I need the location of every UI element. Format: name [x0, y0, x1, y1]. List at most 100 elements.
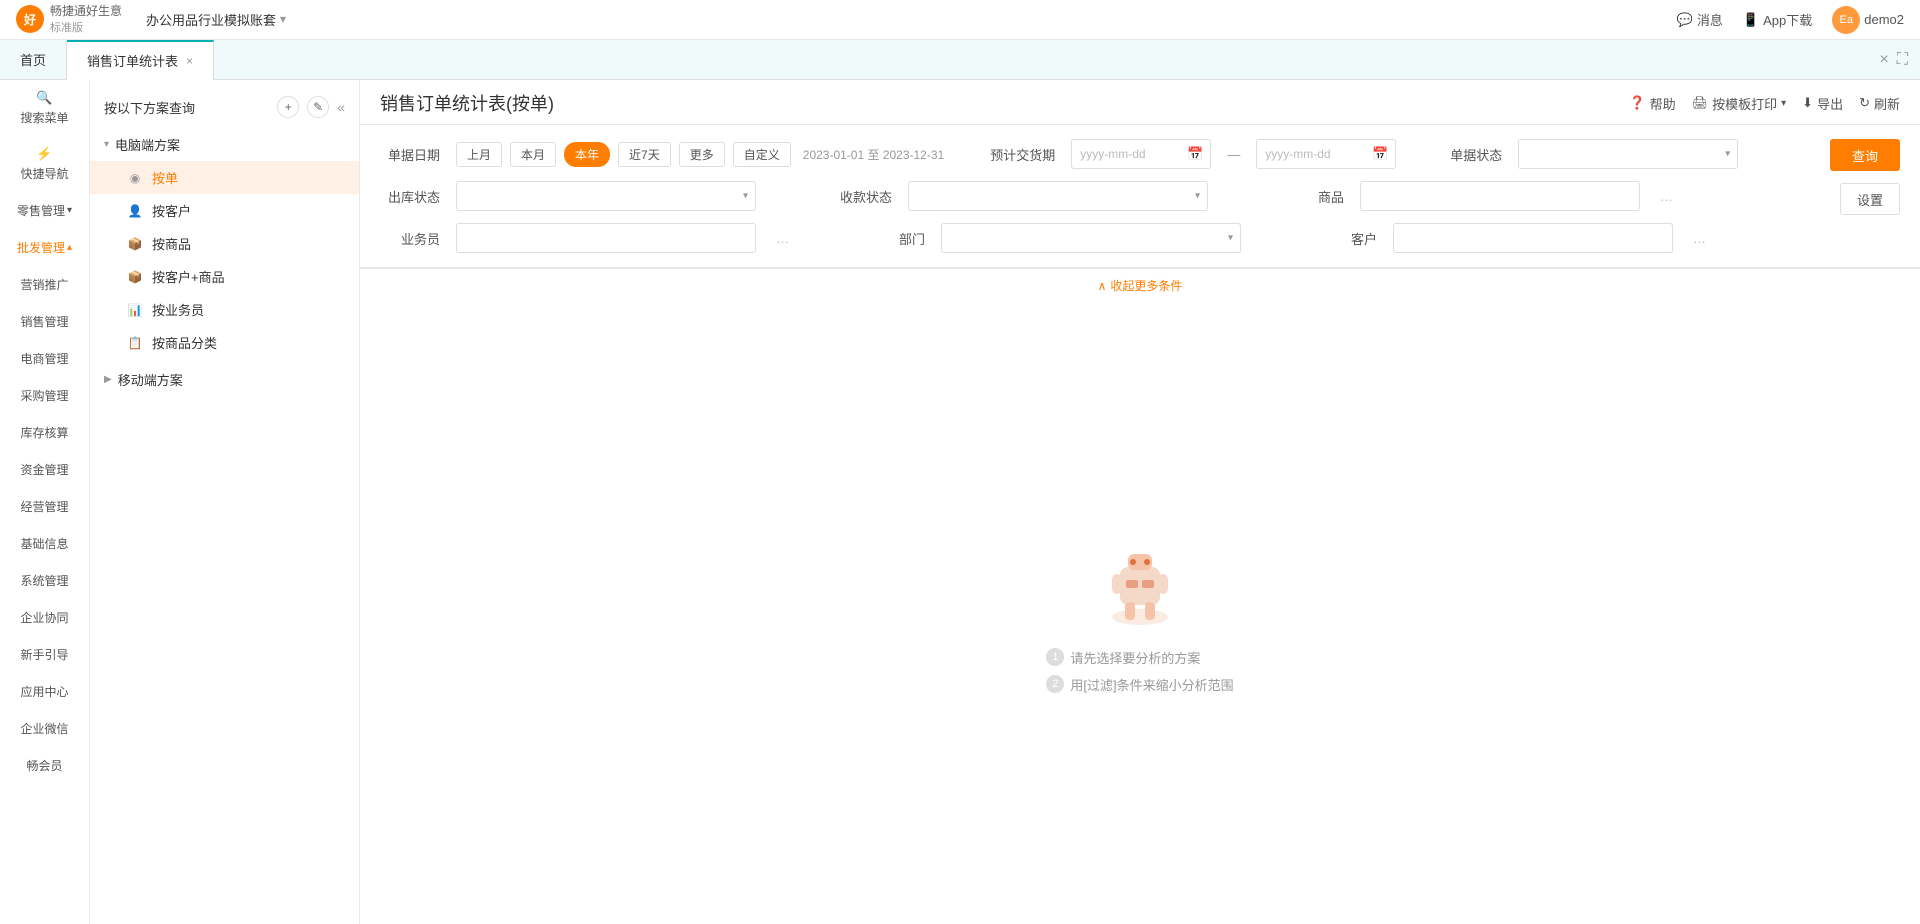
download-label: App下载	[1763, 10, 1812, 29]
date-btn-group: 上月 本月 本年 近7天 更多 自定义 2023-01-01 至 2023-12…	[456, 142, 944, 167]
message-label: 消息	[1697, 10, 1723, 29]
date-btn-this-year[interactable]: 本年	[564, 142, 610, 167]
date-btn-more[interactable]: 更多	[679, 142, 725, 167]
date-btn-custom[interactable]: 自定义	[733, 142, 791, 167]
message-button[interactable]: 💬 消息	[1677, 10, 1723, 29]
filter-main-row: 单据日期 上月 本月 本年 近7天 更多 自定义 2023-01-01 至 20…	[380, 139, 1900, 253]
date-label: 单据日期	[380, 145, 440, 164]
goods-more-btn[interactable]: …	[1660, 189, 1673, 204]
sidebar-item-corp-wechat[interactable]: 企业微信	[0, 710, 89, 747]
customer-label: 客户	[1317, 229, 1377, 248]
collapse-panel-button[interactable]: «	[337, 99, 345, 115]
sidebar-item-ecommerce[interactable]: 电商管理	[0, 340, 89, 377]
sidebar-item-finance[interactable]: 资金管理	[0, 451, 89, 488]
add-icon: +	[285, 100, 292, 114]
tree-mobile-label: 移动端方案	[118, 370, 183, 389]
tree-item-by-customer-goods[interactable]: 📦 按客户+商品	[90, 260, 359, 293]
tree-expand-icon: ▾	[104, 139, 109, 150]
export-button[interactable]: ⬇ 导出	[1802, 94, 1843, 113]
sidebar-item-quick-nav[interactable]: ⚡ 快捷导航	[0, 136, 89, 192]
template-print-button[interactable]: 🖨 按模板打印 ▾	[1692, 94, 1787, 113]
tab-sales-order-stats[interactable]: 销售订单统计表 ×	[67, 40, 214, 80]
sidebar-item-sales[interactable]: 销售管理	[0, 303, 89, 340]
user-profile[interactable]: Ea demo2	[1832, 6, 1904, 34]
add-scheme-button[interactable]: +	[277, 96, 299, 118]
sidebar-item-marketing[interactable]: 营销推广	[0, 266, 89, 303]
customer-more-btn[interactable]: …	[1693, 231, 1706, 246]
tree-item-by-goods[interactable]: 📦 按商品	[90, 227, 359, 260]
sidebar-item-wholesale[interactable]: 批发管理 ▴	[0, 229, 89, 266]
salesman-more-btn[interactable]: …	[776, 231, 789, 246]
edit-scheme-button[interactable]: ✎	[307, 96, 329, 118]
collapse-up-icon: ∧	[1098, 279, 1107, 293]
by-customer-icon: 👤	[126, 202, 144, 220]
retail-arrow-icon: ▾	[67, 205, 72, 216]
sidebar-item-system[interactable]: 系统管理	[0, 562, 89, 599]
goods-input[interactable]	[1360, 181, 1640, 211]
salesman-input[interactable]	[456, 223, 756, 253]
empty-tip-1: 1 请先选择要分析的方案	[1046, 648, 1233, 667]
payment-status-select[interactable]	[908, 181, 1208, 211]
export-label: 导出	[1817, 94, 1843, 113]
tree-mobile-expand-icon: ▶	[104, 374, 112, 385]
breadcrumb-arrow-icon[interactable]: ▾	[280, 12, 286, 26]
date-sep: —	[1227, 147, 1240, 162]
expected-date-from-input[interactable]	[1071, 139, 1211, 169]
sidebar-item-system-label: 系统管理	[20, 572, 68, 589]
tree-item-by-order[interactable]: ◉ 按单	[90, 161, 359, 194]
settings-button[interactable]: 设置	[1840, 183, 1900, 215]
filter-row-3: 业务员 … 部门 ▾ 客户 …	[380, 223, 1794, 253]
goods-label: 商品	[1284, 187, 1344, 206]
date-btn-7days[interactable]: 近7天	[618, 142, 671, 167]
expected-date-to-input[interactable]	[1256, 139, 1396, 169]
sidebar-item-wholesale-label: 批发管理	[17, 239, 65, 256]
help-button[interactable]: ❓ 帮助	[1629, 94, 1675, 113]
tree-item-by-customer[interactable]: 👤 按客户	[90, 194, 359, 227]
app-logo-icon: 好	[16, 5, 44, 33]
filter-row-1: 单据日期 上月 本月 本年 近7天 更多 自定义 2023-01-01 至 20…	[380, 139, 1794, 169]
tree-pc-label: 电脑端方案	[115, 135, 180, 154]
tab-active-label: 销售订单统计表	[87, 51, 178, 70]
search-button[interactable]: 查询	[1830, 139, 1900, 171]
date-btn-last-month[interactable]: 上月	[456, 142, 502, 167]
sidebar-item-newcomer[interactable]: 新手引导	[0, 636, 89, 673]
sidebar-item-newcomer-label: 新手引导	[20, 646, 68, 663]
out-status-wrap: ▾	[456, 181, 756, 211]
dept-select[interactable]	[941, 223, 1241, 253]
window-close-icon[interactable]: ×	[1879, 51, 1888, 69]
sidebar-item-member[interactable]: 畅会员	[0, 747, 89, 784]
expected-date-label: 预计交货期	[990, 145, 1055, 164]
left-panel-actions: + ✎ «	[277, 96, 345, 118]
sidebar-item-corpcoop-label: 企业协同	[20, 609, 68, 626]
tree-mobile-parent[interactable]: ▶ 移动端方案	[90, 363, 359, 396]
top-bar-left: 好 畅捷通好生意 标准版 办公用品行业模拟账套 ▾	[16, 4, 286, 34]
tree-item-by-salesman[interactable]: 📊 按业务员	[90, 293, 359, 326]
status-select[interactable]	[1518, 139, 1738, 169]
tab-home[interactable]: 首页	[0, 40, 67, 80]
refresh-button[interactable]: ↻ 刷新	[1859, 94, 1900, 113]
sidebar-item-search[interactable]: 🔍 搜索菜单	[0, 80, 89, 136]
sidebar-item-basic-info[interactable]: 基础信息	[0, 525, 89, 562]
logo-name: 畅捷通好生意	[50, 4, 122, 18]
sidebar-item-corp-coop[interactable]: 企业协同	[0, 599, 89, 636]
out-status-select[interactable]	[456, 181, 756, 211]
empty-tip-1-text: 请先选择要分析的方案	[1070, 648, 1200, 667]
tree-pc-parent[interactable]: ▾ 电脑端方案	[90, 128, 359, 161]
app-download-button[interactable]: 📱 App下载	[1743, 10, 1812, 29]
sidebar-item-app-center[interactable]: 应用中心	[0, 673, 89, 710]
sidebar-item-retail[interactable]: 零售管理 ▾	[0, 192, 89, 229]
by-salesman-icon: 📊	[126, 301, 144, 319]
by-order-icon: ◉	[126, 169, 144, 187]
tree-item-by-category[interactable]: 📋 按商品分类	[90, 326, 359, 359]
date-btn-this-month[interactable]: 本月	[510, 142, 556, 167]
sidebar-item-inventory[interactable]: 库存核算	[0, 414, 89, 451]
collapse-bar[interactable]: ∧ 收起更多条件	[360, 268, 1920, 302]
tab-close-icon[interactable]: ×	[186, 54, 193, 68]
by-customer-goods-icon: 📦	[126, 268, 144, 286]
refresh-label: 刷新	[1874, 94, 1900, 113]
template-print-label: 按模板打印	[1712, 94, 1777, 113]
window-maximize-icon[interactable]: ⛶	[1897, 51, 1908, 69]
sidebar-item-purchase[interactable]: 采购管理	[0, 377, 89, 414]
customer-input[interactable]	[1393, 223, 1673, 253]
sidebar-item-operations[interactable]: 经营管理	[0, 488, 89, 525]
